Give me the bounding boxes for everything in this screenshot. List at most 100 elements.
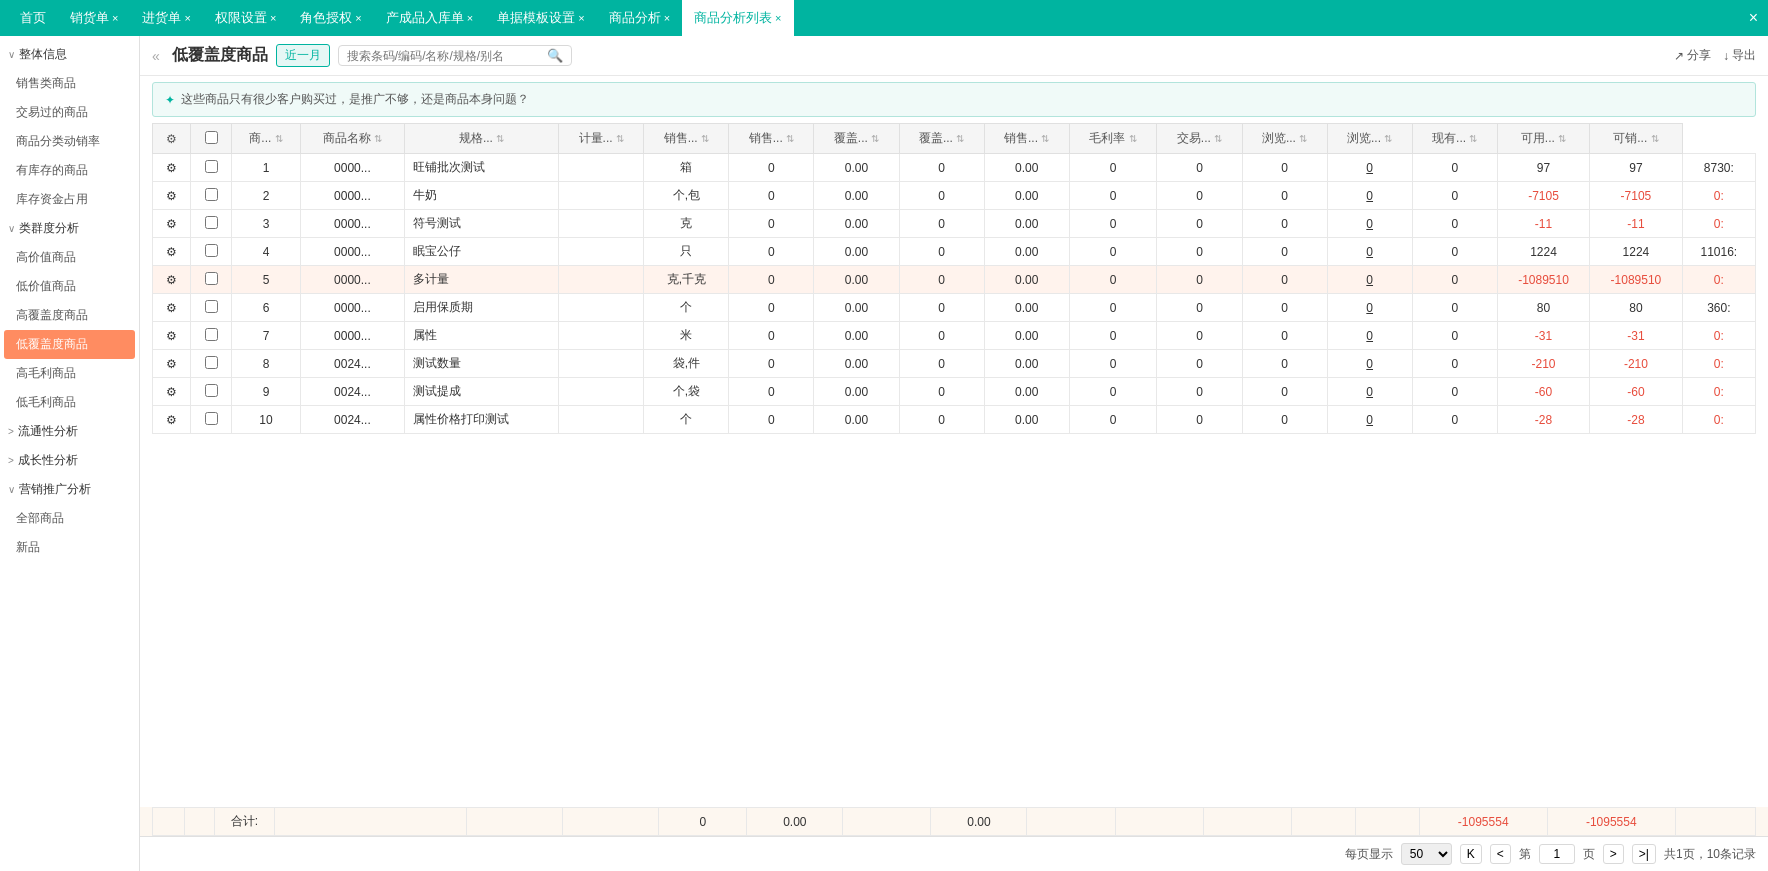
row-settings[interactable]: ⚙ xyxy=(153,154,191,182)
row-view1[interactable]: 0 xyxy=(1327,210,1412,238)
row-settings[interactable]: ⚙ xyxy=(153,406,191,434)
col-cover2: 覆盖... ⇅ xyxy=(899,124,984,154)
row-cover2: 0.00 xyxy=(984,154,1069,182)
row-checkbox[interactable] xyxy=(191,378,232,406)
nav-close-purchase-order[interactable]: × xyxy=(184,12,190,24)
nav-close-sales-order[interactable]: × xyxy=(112,12,118,24)
sidebar-item-in-stock[interactable]: 有库存的商品 xyxy=(0,156,139,185)
row-view1[interactable]: 0 xyxy=(1327,294,1412,322)
nav-permission[interactable]: 权限设置 × xyxy=(203,0,288,36)
sidebar-item-new-goods[interactable]: 新品 xyxy=(0,533,139,562)
nav-purchase-order[interactable]: 进货单 × xyxy=(130,0,202,36)
row-view1[interactable]: 0 xyxy=(1327,238,1412,266)
row-view2: 0 xyxy=(1412,350,1497,378)
row-settings[interactable]: ⚙ xyxy=(153,210,191,238)
prev-page-btn[interactable]: < xyxy=(1490,844,1511,864)
sidebar-item-sales-goods[interactable]: 销售类商品 xyxy=(0,69,139,98)
row-checkbox[interactable] xyxy=(191,294,232,322)
row-trade: 0 xyxy=(1242,294,1327,322)
row-settings[interactable]: ⚙ xyxy=(153,182,191,210)
sidebar-item-high-coverage[interactable]: 高覆盖度商品 xyxy=(0,301,139,330)
nav-close-template-settings[interactable]: × xyxy=(578,12,584,24)
sidebar-group-flow[interactable]: > 流通性分析 xyxy=(0,417,139,446)
nav-close-product-stock[interactable]: × xyxy=(467,12,473,24)
nav-close-permission[interactable]: × xyxy=(270,12,276,24)
sidebar-item-low-value[interactable]: 低价值商品 xyxy=(0,272,139,301)
sidebar-group-cluster[interactable]: ∨ 类群度分析 xyxy=(0,214,139,243)
row-settings[interactable]: ⚙ xyxy=(153,350,191,378)
row-unit: 个 xyxy=(644,406,729,434)
collapse-sidebar-btn[interactable]: « xyxy=(152,48,160,64)
col-name: 商品名称 ⇅ xyxy=(300,124,404,154)
nav-close-goods-analysis[interactable]: × xyxy=(664,12,670,24)
first-page-btn[interactable]: K xyxy=(1460,844,1482,864)
row-view1[interactable]: 0 xyxy=(1327,154,1412,182)
sidebar-group-growth[interactable]: > 成长性分析 xyxy=(0,446,139,475)
sidebar-item-traded-goods[interactable]: 交易过的商品 xyxy=(0,98,139,127)
row-cover1: 0 xyxy=(899,238,984,266)
row-sales-sub: 0 xyxy=(1069,406,1157,434)
row-name: 符号测试 xyxy=(405,210,559,238)
sidebar-group-overview[interactable]: ∨ 整体信息 xyxy=(0,40,139,69)
sidebar-item-stock-capital[interactable]: 库存资金占用 xyxy=(0,185,139,214)
nav-goods-analysis[interactable]: 商品分析 × xyxy=(597,0,682,36)
share-btn[interactable]: ↗ 分享 xyxy=(1674,47,1711,64)
row-view1[interactable]: 0 xyxy=(1327,266,1412,294)
sidebar-item-all-goods[interactable]: 全部商品 xyxy=(0,504,139,533)
col-settings[interactable]: ⚙ xyxy=(153,124,191,154)
row-checkbox[interactable] xyxy=(191,406,232,434)
sidebar-item-high-margin[interactable]: 高毛利商品 xyxy=(0,359,139,388)
row-view1[interactable]: 0 xyxy=(1327,378,1412,406)
nav-product-stock[interactable]: 产成品入库单 × xyxy=(374,0,485,36)
row-settings[interactable]: ⚙ xyxy=(153,266,191,294)
date-filter-btn[interactable]: 近一月 xyxy=(276,44,330,67)
row-view1[interactable]: 0 xyxy=(1327,350,1412,378)
page-number-input[interactable] xyxy=(1539,844,1575,864)
sidebar-item-low-coverage[interactable]: 低覆盖度商品 xyxy=(4,330,135,359)
page-size-select[interactable]: 50 100 200 xyxy=(1401,843,1452,865)
row-checkbox[interactable] xyxy=(191,238,232,266)
nav-role-auth[interactable]: 角色授权 × xyxy=(288,0,373,36)
col-checkbox[interactable] xyxy=(191,124,232,154)
row-trade: 0 xyxy=(1242,266,1327,294)
select-all-checkbox[interactable] xyxy=(205,131,218,144)
next-page-btn[interactable]: > xyxy=(1603,844,1624,864)
table-row: ⚙ 3 0000... 符号测试 克 0 0.00 0 0.00 0 0 0 0… xyxy=(153,210,1756,238)
sidebar-item-high-value[interactable]: 高价值商品 xyxy=(0,243,139,272)
search-icon[interactable]: 🔍 xyxy=(547,48,563,63)
export-icon: ↓ xyxy=(1723,49,1729,63)
search-input[interactable] xyxy=(347,49,547,63)
sidebar-item-category-rate[interactable]: 商品分类动销率 xyxy=(0,127,139,156)
row-view1[interactable]: 0 xyxy=(1327,406,1412,434)
row-salable: 8730: xyxy=(1682,154,1755,182)
sidebar-item-low-margin[interactable]: 低毛利商品 xyxy=(0,388,139,417)
row-checkbox[interactable] xyxy=(191,182,232,210)
window-close-btn[interactable]: × xyxy=(1749,9,1758,27)
row-code: 0000... xyxy=(300,294,404,322)
nav-close-role-auth[interactable]: × xyxy=(355,12,361,24)
nav-template-settings[interactable]: 单据模板设置 × xyxy=(485,0,596,36)
export-btn[interactable]: ↓ 导出 xyxy=(1723,47,1756,64)
last-page-btn[interactable]: >| xyxy=(1632,844,1656,864)
nav-close-goods-analysis-list[interactable]: × xyxy=(775,12,781,24)
row-trade: 0 xyxy=(1242,210,1327,238)
nav-sales-order[interactable]: 销货单 × xyxy=(58,0,130,36)
row-code: 0024... xyxy=(300,378,404,406)
row-view1[interactable]: 0 xyxy=(1327,322,1412,350)
row-trade: 0 xyxy=(1242,406,1327,434)
row-settings[interactable]: ⚙ xyxy=(153,294,191,322)
row-view1[interactable]: 0 xyxy=(1327,182,1412,210)
row-settings[interactable]: ⚙ xyxy=(153,322,191,350)
row-checkbox[interactable] xyxy=(191,154,232,182)
row-spec xyxy=(559,182,644,210)
row-settings[interactable]: ⚙ xyxy=(153,238,191,266)
sidebar-group-marketing[interactable]: ∨ 营销推广分析 xyxy=(0,475,139,504)
row-unit: 袋,件 xyxy=(644,350,729,378)
row-checkbox[interactable] xyxy=(191,210,232,238)
row-settings[interactable]: ⚙ xyxy=(153,378,191,406)
nav-home[interactable]: 首页 xyxy=(8,0,58,36)
nav-goods-analysis-list[interactable]: 商品分析列表 × xyxy=(682,0,793,36)
row-checkbox[interactable] xyxy=(191,266,232,294)
row-checkbox[interactable] xyxy=(191,322,232,350)
row-checkbox[interactable] xyxy=(191,350,232,378)
